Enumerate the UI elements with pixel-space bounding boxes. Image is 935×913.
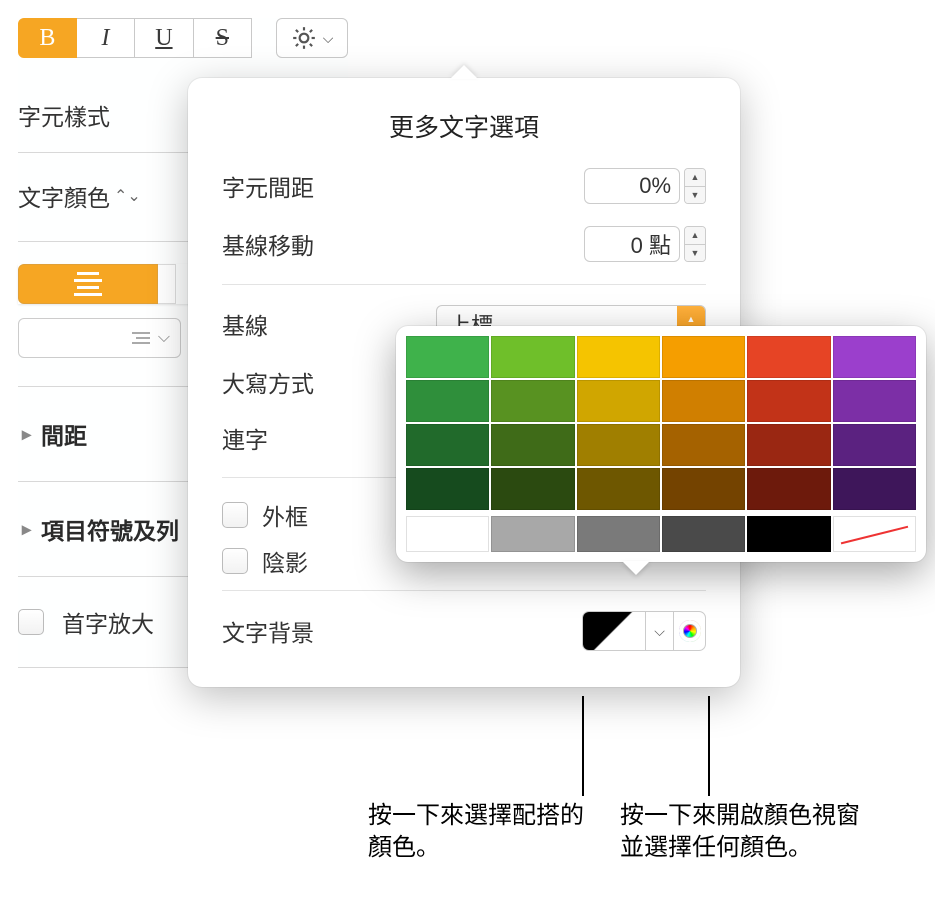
baseline-shift-input[interactable]	[584, 226, 680, 262]
color-picker-button[interactable]	[673, 612, 705, 650]
palette-mono-row	[406, 516, 916, 552]
color-swatch[interactable]	[833, 380, 916, 422]
color-swatch[interactable]	[747, 336, 830, 378]
underline-button[interactable]: U	[135, 18, 193, 58]
spacing-label: 間距	[41, 417, 87, 451]
color-swatch[interactable]	[577, 336, 660, 378]
indent-icon	[132, 332, 150, 344]
character-spacing-stepper[interactable]: ▲▼	[684, 168, 706, 204]
gear-icon	[291, 25, 317, 51]
disclosure-right-icon: ▸	[22, 424, 31, 445]
color-wheel-icon	[679, 620, 701, 642]
color-swatch[interactable]	[662, 336, 745, 378]
color-swatch[interactable]	[662, 468, 745, 510]
color-swatch[interactable]	[833, 468, 916, 510]
outline-label: 外框	[262, 498, 308, 532]
callout-leader-line	[708, 696, 710, 796]
mono-swatch[interactable]	[491, 516, 574, 552]
divider	[222, 284, 706, 285]
color-palette-popover	[396, 326, 926, 562]
color-swatch[interactable]	[491, 336, 574, 378]
color-swatch[interactable]	[491, 424, 574, 466]
ligatures-label: 連字	[222, 421, 268, 455]
color-swatch[interactable]	[406, 424, 489, 466]
text-background-row: 文字背景 ⌵	[222, 611, 706, 651]
chevron-down-icon: ⌵	[323, 30, 334, 47]
dropcap-label: 首字放大	[62, 605, 154, 639]
capitalization-label: 大寫方式	[222, 365, 314, 399]
color-swatch[interactable]	[577, 380, 660, 422]
bullets-label: 項目符號及列	[41, 512, 179, 546]
popup-indicator-icon: ⌃⌄	[114, 186, 141, 206]
dropcap-checkbox[interactable]	[18, 609, 44, 635]
color-swatch[interactable]	[406, 468, 489, 510]
mono-swatch[interactable]	[406, 516, 489, 552]
app-canvas: B I U S ⌵ 字元樣式 文字顏色 ⌃⌄ ⌵	[0, 0, 935, 913]
italic-button[interactable]: I	[77, 18, 135, 58]
character-spacing-row: 字元間距 ▲▼	[222, 168, 706, 204]
text-background-color-controls: ⌵	[582, 611, 706, 651]
baseline-shift-row: 基線移動 ▲▼	[222, 226, 706, 262]
no-color-swatch[interactable]	[833, 516, 916, 552]
color-swatch[interactable]	[833, 336, 916, 378]
color-swatch[interactable]	[662, 424, 745, 466]
callout-left: 按一下來選擇配搭的顏色。	[368, 800, 598, 865]
callout-leader-line	[582, 696, 584, 796]
color-well-dropdown[interactable]: ⌵	[645, 612, 673, 650]
align-center-button[interactable]	[18, 264, 158, 304]
color-swatch[interactable]	[747, 424, 830, 466]
mono-swatch[interactable]	[662, 516, 745, 552]
divider	[222, 590, 706, 591]
baseline-label: 基線	[222, 307, 268, 341]
text-background-label: 文字背景	[222, 614, 314, 648]
indent-decrease-button[interactable]: ⌵	[18, 318, 181, 358]
text-style-segmented: B I U S ⌵	[18, 18, 348, 58]
mono-swatch[interactable]	[747, 516, 830, 552]
text-color-label: 文字顏色	[18, 179, 110, 213]
character-spacing-input[interactable]	[584, 168, 680, 204]
shadow-checkbox[interactable]	[222, 548, 248, 574]
color-swatch[interactable]	[577, 468, 660, 510]
disclosure-right-icon: ▸	[22, 519, 31, 540]
shadow-label: 陰影	[262, 544, 308, 578]
callout-right: 按一下來開啟顏色視窗並選擇任何顏色。	[620, 800, 880, 865]
chevron-down-icon: ⌵	[158, 329, 170, 347]
color-swatch[interactable]	[662, 380, 745, 422]
color-swatch[interactable]	[747, 380, 830, 422]
popover-title: 更多文字選項	[222, 108, 706, 144]
align-segment-continuation[interactable]	[158, 264, 176, 304]
strikethrough-button[interactable]: S	[194, 18, 252, 58]
align-center-icon	[74, 272, 102, 296]
color-swatch[interactable]	[747, 468, 830, 510]
bold-button[interactable]: B	[18, 18, 77, 58]
outline-checkbox[interactable]	[222, 502, 248, 528]
mono-swatch[interactable]	[577, 516, 660, 552]
color-swatch[interactable]	[577, 424, 660, 466]
color-swatch[interactable]	[406, 380, 489, 422]
character-spacing-label: 字元間距	[222, 169, 314, 203]
baseline-shift-stepper[interactable]: ▲▼	[684, 226, 706, 262]
color-swatch[interactable]	[491, 468, 574, 510]
palette-grid	[406, 336, 916, 510]
color-well-preset-button[interactable]	[583, 612, 645, 650]
color-swatch[interactable]	[406, 336, 489, 378]
color-swatch[interactable]	[491, 380, 574, 422]
baseline-shift-label: 基線移動	[222, 227, 314, 261]
more-text-options-button[interactable]: ⌵	[276, 18, 348, 58]
color-swatch[interactable]	[833, 424, 916, 466]
